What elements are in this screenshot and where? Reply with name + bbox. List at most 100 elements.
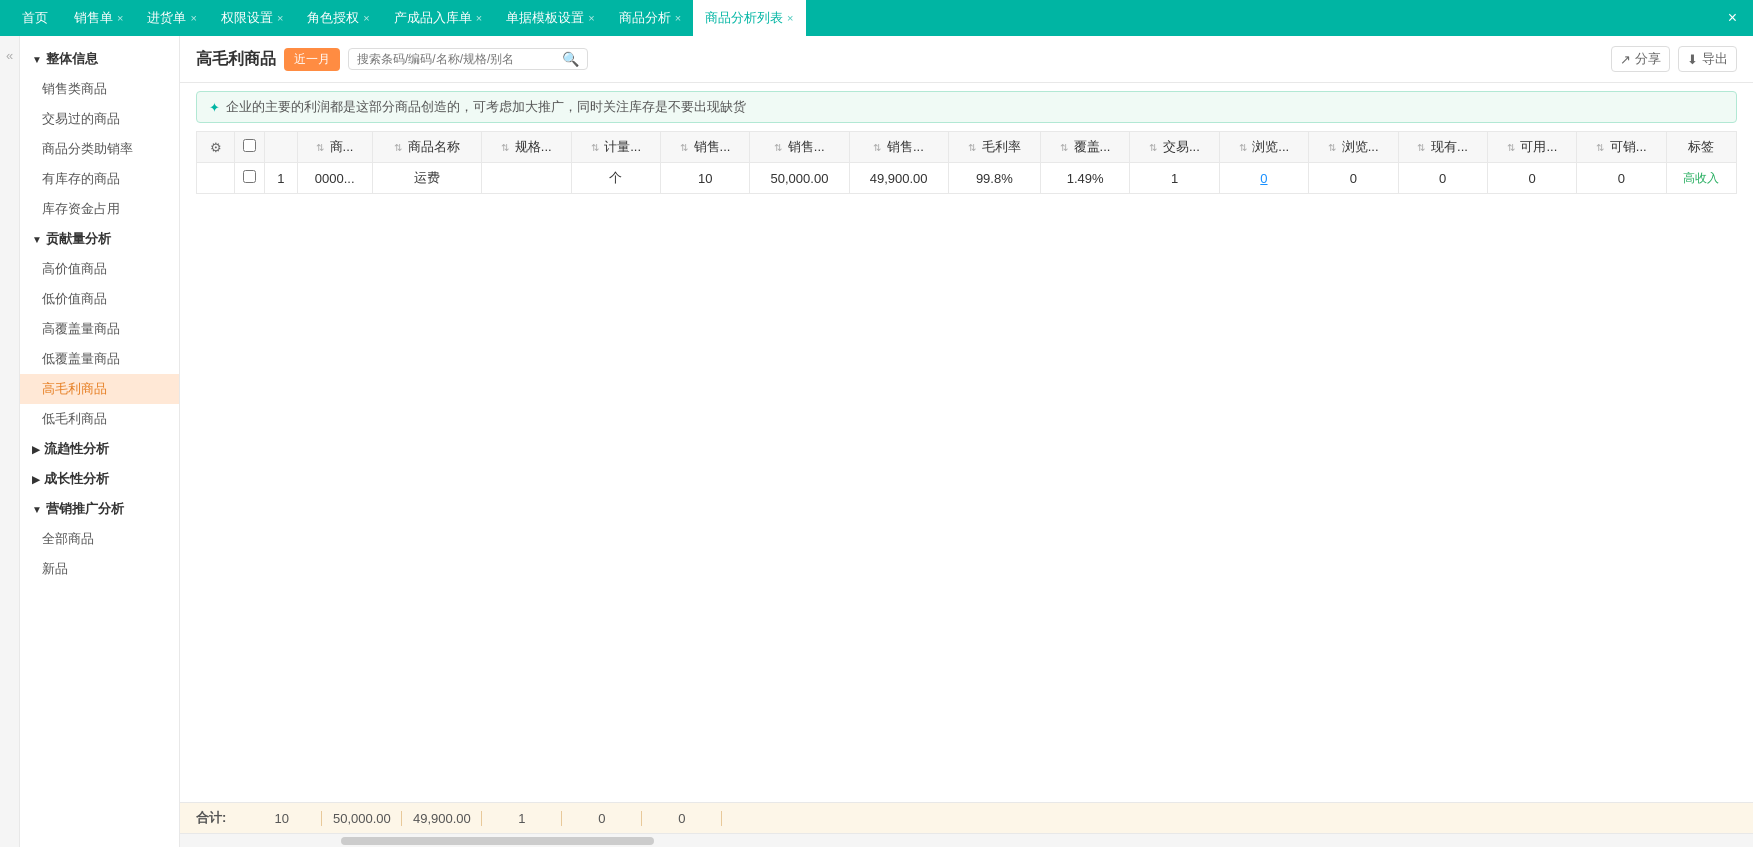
sidebar-item-high-coverage[interactable]: 高覆盖量商品 <box>20 314 179 344</box>
tab-product-analysis[interactable]: 商品分析 × <box>607 0 693 36</box>
arrow-flow: ▶ <box>32 444 40 455</box>
col-browse2[interactable]: 浏览... <box>1309 132 1398 163</box>
tip-text: 企业的主要的利润都是这部分商品创造的，可考虑加大推广，同时关注库存是不要出现缺货 <box>226 98 746 116</box>
close-tab-purchase-order[interactable]: × <box>190 12 196 24</box>
row-code[interactable]: 0000... <box>297 163 372 194</box>
content-area: 高毛利商品 近一月 🔍 ↗ 分享 ⬇ 导出 <box>180 36 1753 847</box>
tab-sales-order[interactable]: 销售单 × <box>62 0 135 36</box>
sidebar-item-stock-fund[interactable]: 库存资金占用 <box>20 194 179 224</box>
col-spec[interactable]: 规格... <box>482 132 571 163</box>
row-sales-cost: 49,900.00 <box>849 163 948 194</box>
tab-role-auth[interactable]: 角色授权 × <box>295 0 381 36</box>
row-available: 0 <box>1487 163 1576 194</box>
search-icon[interactable]: 🔍 <box>562 51 579 67</box>
sidebar-item-stocked-products[interactable]: 有库存的商品 <box>20 164 179 194</box>
footer-sales-amount: 50,000.00 <box>322 811 402 826</box>
col-coverage[interactable]: 覆盖... <box>1040 132 1129 163</box>
arrow-growth: ▶ <box>32 474 40 485</box>
footer-transaction: 1 <box>482 811 562 826</box>
select-all-checkbox[interactable] <box>243 139 256 152</box>
sidebar-item-sales-products[interactable]: 销售类商品 <box>20 74 179 104</box>
scrollbar-thumb[interactable] <box>341 837 654 845</box>
close-tab-sales-order[interactable]: × <box>117 12 123 24</box>
close-tab-product-analysis-list[interactable]: × <box>787 12 793 24</box>
col-sales-amount[interactable]: 销售... <box>750 132 849 163</box>
export-button[interactable]: ⬇ 导出 <box>1678 46 1737 72</box>
share-icon: ↗ <box>1620 52 1631 67</box>
sidebar-group-marketing[interactable]: ▼ 营销推广分析 <box>20 494 179 524</box>
row-browse2: 0 <box>1309 163 1398 194</box>
close-tab-template-settings[interactable]: × <box>588 12 594 24</box>
row-browse1[interactable]: 0 <box>1219 163 1308 194</box>
row-sales-amount: 50,000.00 <box>750 163 849 194</box>
sidebar-item-category-rate[interactable]: 商品分类助销率 <box>20 134 179 164</box>
col-available[interactable]: 可用... <box>1487 132 1576 163</box>
share-button[interactable]: ↗ 分享 <box>1611 46 1670 72</box>
col-gross-margin[interactable]: 毛利率 <box>948 132 1040 163</box>
tab-purchase-order[interactable]: 进货单 × <box>135 0 208 36</box>
sidebar-item-low-margin[interactable]: 低毛利商品 <box>20 404 179 434</box>
data-table: ⚙ 商... 商品名称 规格... <box>196 131 1737 194</box>
content-header: 高毛利商品 近一月 🔍 ↗ 分享 ⬇ 导出 <box>180 36 1753 83</box>
tab-home[interactable]: 首页 <box>8 9 62 27</box>
sidebar-group-flow[interactable]: ▶ 流趋性分析 <box>20 434 179 464</box>
sidebar-item-high-margin[interactable]: 高毛利商品 <box>20 374 179 404</box>
close-all-button[interactable]: × <box>1720 9 1745 27</box>
col-code[interactable]: 商... <box>297 132 372 163</box>
col-sales-cost[interactable]: 销售... <box>849 132 948 163</box>
col-browse1[interactable]: 浏览... <box>1219 132 1308 163</box>
sidebar-toggle[interactable]: « <box>0 36 20 847</box>
footer-saleable: 0 <box>642 811 722 826</box>
tab-product-analysis-list[interactable]: 商品分析列表 × <box>693 0 805 36</box>
tab-template-settings[interactable]: 单据模板设置 × <box>494 0 606 36</box>
col-tag: 标签 <box>1666 132 1736 163</box>
col-index <box>265 132 297 163</box>
sidebar-group-contribution[interactable]: ▼ 贡献量分析 <box>20 224 179 254</box>
tip-icon: ✦ <box>209 100 220 115</box>
arrow-contribution: ▼ <box>32 234 42 245</box>
row-unit: 个 <box>571 163 660 194</box>
col-settings[interactable]: ⚙ <box>197 132 235 163</box>
export-icon: ⬇ <box>1687 52 1698 67</box>
close-tab-permission-settings[interactable]: × <box>277 12 283 24</box>
col-unit[interactable]: 计量... <box>571 132 660 163</box>
row-settings <box>197 163 235 194</box>
col-transaction[interactable]: 交易... <box>1130 132 1219 163</box>
close-tab-product-analysis[interactable]: × <box>675 12 681 24</box>
sidebar-item-high-value[interactable]: 高价值商品 <box>20 254 179 284</box>
search-input[interactable] <box>357 52 558 66</box>
period-button[interactable]: 近一月 <box>284 48 340 71</box>
row-transaction: 1 <box>1130 163 1219 194</box>
col-stock-qty[interactable]: 现有... <box>1398 132 1487 163</box>
sidebar-item-low-value[interactable]: 低价值商品 <box>20 284 179 314</box>
footer-cells: 10 50,000.00 49,900.00 1 0 0 <box>242 811 1737 826</box>
tab-permission-settings[interactable]: 权限设置 × <box>209 0 295 36</box>
sidebar-item-all-products[interactable]: 全部商品 <box>20 524 179 554</box>
row-gross-margin: 99.8% <box>948 163 1040 194</box>
horizontal-scrollbar[interactable] <box>180 833 1753 847</box>
arrow-overall: ▼ <box>32 54 42 65</box>
footer-sales-cost: 49,900.00 <box>402 811 482 826</box>
col-checkbox[interactable] <box>235 132 265 163</box>
sidebar: ▼ 整体信息 销售类商品 交易过的商品 商品分类助销率 有库存的商品 库存资金占… <box>20 36 180 847</box>
col-sales-qty[interactable]: 销售... <box>660 132 749 163</box>
header-actions: ↗ 分享 ⬇ 导出 <box>1611 46 1737 72</box>
tab-product-inbound[interactable]: 产成品入库单 × <box>382 0 494 36</box>
footer-label: 合计: <box>196 809 226 827</box>
col-name[interactable]: 商品名称 <box>372 132 481 163</box>
close-tab-product-inbound[interactable]: × <box>476 12 482 24</box>
footer-stock-qty: 0 <box>562 811 642 826</box>
row-spec <box>482 163 571 194</box>
sidebar-group-overall[interactable]: ▼ 整体信息 <box>20 44 179 74</box>
table-wrapper[interactable]: ⚙ 商... 商品名称 规格... <box>196 131 1737 802</box>
search-box: 🔍 <box>348 48 588 70</box>
sidebar-item-traded-products[interactable]: 交易过的商品 <box>20 104 179 134</box>
row-select-checkbox[interactable] <box>243 170 256 183</box>
sidebar-item-new-products[interactable]: 新品 <box>20 554 179 584</box>
sidebar-group-growth[interactable]: ▶ 成长性分析 <box>20 464 179 494</box>
col-saleable[interactable]: 可销... <box>1577 132 1666 163</box>
sidebar-item-low-coverage[interactable]: 低覆盖量商品 <box>20 344 179 374</box>
row-checkbox[interactable] <box>235 163 265 194</box>
close-tab-role-auth[interactable]: × <box>363 12 369 24</box>
arrow-marketing: ▼ <box>32 504 42 515</box>
